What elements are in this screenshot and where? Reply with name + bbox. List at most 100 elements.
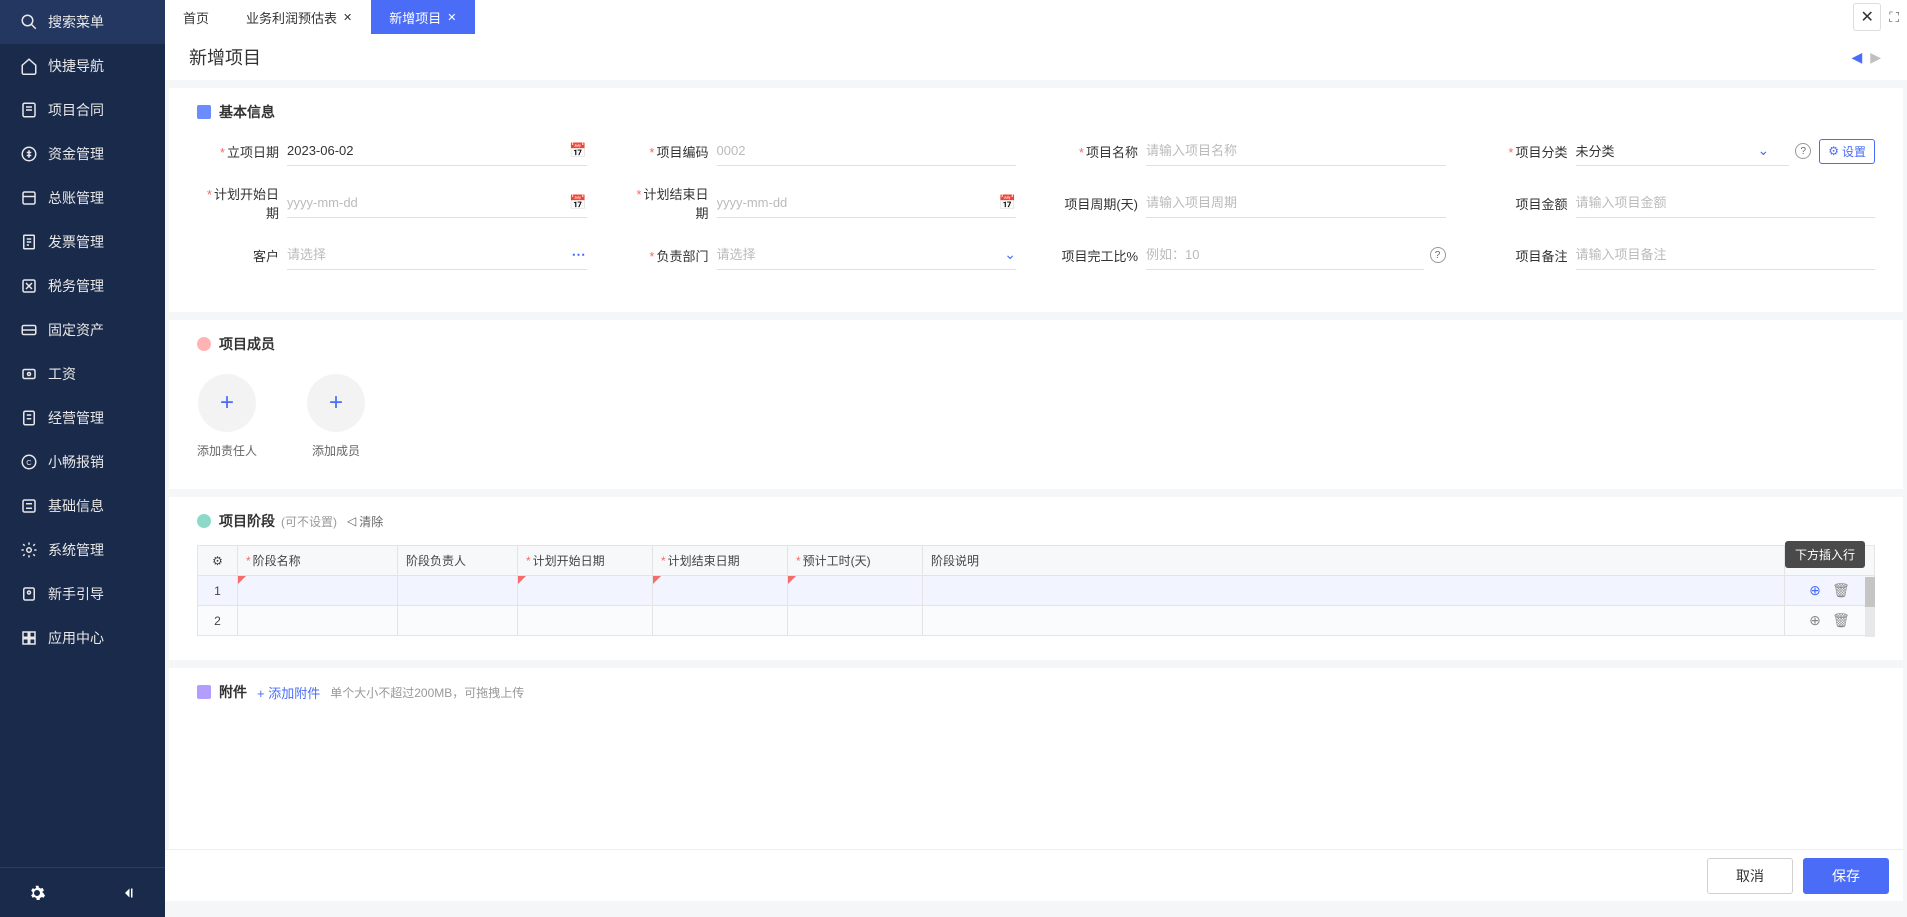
plan-start-input[interactable]	[287, 195, 587, 210]
add-owner-button[interactable]: +	[198, 374, 256, 432]
add-member: + 添加成员	[307, 374, 365, 459]
save-button[interactable]: 保存	[1803, 858, 1889, 894]
cell-stage-owner[interactable]	[398, 576, 518, 606]
cell-hours[interactable]	[788, 576, 923, 606]
cancel-button[interactable]: 取消	[1707, 858, 1793, 894]
sidebar-items: 搜索菜单 快捷导航 项目合同 资金管理 总账管理 发票管理 税务管理 固定资产 …	[0, 0, 165, 867]
table-row[interactable]: 1 ⊕ 🗑	[198, 576, 1875, 606]
sidebar-item-business[interactable]: 经营管理	[0, 396, 165, 440]
next-button[interactable]: ▶	[1868, 47, 1883, 68]
duration-input[interactable]	[1146, 195, 1446, 210]
modal-close-button[interactable]: ✕	[1853, 3, 1881, 31]
tab-profit-estimate[interactable]: 业务利润预估表 ✕	[228, 0, 371, 34]
calendar-icon[interactable]: 📅	[569, 142, 586, 159]
collapse-icon[interactable]	[119, 884, 137, 902]
calendar-icon[interactable]: 📅	[569, 194, 586, 211]
customer-select[interactable]	[287, 247, 587, 262]
insert-row-button[interactable]: ⊕	[1809, 612, 1821, 628]
row-actions: ⊕ 🗑	[1785, 606, 1875, 636]
th-desc: 阶段说明	[923, 546, 1785, 576]
settings-button[interactable]: ⚙设置	[1819, 139, 1875, 164]
code-input[interactable]	[717, 143, 1017, 158]
sidebar-item-label: 工资	[48, 364, 76, 384]
remark-input[interactable]	[1576, 247, 1876, 262]
sidebar: 搜索菜单 快捷导航 项目合同 资金管理 总账管理 发票管理 税务管理 固定资产 …	[0, 0, 165, 917]
close-icon[interactable]: ✕	[343, 11, 352, 24]
sidebar-item-search[interactable]: 搜索菜单	[0, 0, 165, 44]
cell-desc[interactable]	[923, 576, 1785, 606]
fullscreen-icon[interactable]: ⛶	[1889, 9, 1899, 26]
sidebar-item-info[interactable]: 基础信息	[0, 484, 165, 528]
sidebar-item-appcenter[interactable]: 应用中心	[0, 616, 165, 660]
cell-plan-start[interactable]	[518, 606, 653, 636]
scrollbar-thumb[interactable]	[1865, 577, 1875, 607]
more-icon[interactable]: ⋯	[572, 246, 587, 263]
chevron-down-icon[interactable]: ⌄	[1004, 246, 1016, 263]
sidebar-item-label: 资金管理	[48, 144, 104, 164]
sidebar-item-ledger[interactable]: 总账管理	[0, 176, 165, 220]
insert-row-button[interactable]: ⊕	[1809, 582, 1821, 598]
cell-plan-start[interactable]	[518, 576, 653, 606]
tab-home[interactable]: 首页	[165, 0, 228, 34]
section-title: 项目阶段	[219, 511, 275, 531]
table-row[interactable]: 2 ⊕ 🗑	[198, 606, 1875, 636]
section-header: 附件 + 添加附件 单个大小不超过200MB，可拖拽上传	[197, 682, 1875, 702]
progress-input[interactable]	[1146, 247, 1424, 262]
sidebar-item-system[interactable]: 系统管理	[0, 528, 165, 572]
name-input[interactable]	[1146, 143, 1446, 158]
attachment-hint: 单个大小不超过200MB，可拖拽上传	[330, 684, 524, 701]
delete-row-button[interactable]: 🗑	[1832, 612, 1850, 628]
th-stage-name: 阶段名称	[238, 546, 398, 576]
cell-plan-end[interactable]	[653, 606, 788, 636]
help-icon[interactable]: ?	[1795, 143, 1811, 159]
help-icon[interactable]: ?	[1430, 247, 1446, 263]
create-date-input[interactable]	[287, 143, 587, 158]
gear-icon[interactable]	[28, 884, 46, 902]
row-number: 1	[198, 576, 238, 606]
sidebar-item-salary[interactable]: 工资	[0, 352, 165, 396]
field-plan-end: *计划结束日期 📅	[627, 184, 1017, 222]
sidebar-item-label: 项目合同	[48, 100, 104, 120]
field-progress: 项目完工比% ?	[1056, 240, 1446, 270]
tab-new-project[interactable]: 新增项目✕	[371, 0, 475, 34]
prev-button[interactable]: ◀	[1849, 47, 1864, 68]
delete-row-button[interactable]: 🗑	[1832, 582, 1850, 598]
calendar-icon[interactable]: 📅	[999, 194, 1016, 211]
add-member-label: 添加成员	[312, 442, 360, 459]
section-title: 附件	[219, 682, 247, 702]
field-label: 项目完工比%	[1056, 246, 1146, 265]
salary-icon	[20, 365, 38, 383]
cell-hours[interactable]	[788, 606, 923, 636]
table-gear-header[interactable]: ⚙	[198, 546, 238, 576]
sidebar-item-asset[interactable]: 固定资产	[0, 308, 165, 352]
plan-end-input[interactable]	[717, 195, 1017, 210]
sidebar-item-funds[interactable]: 资金管理	[0, 132, 165, 176]
field-duration: 项目周期(天)	[1056, 184, 1446, 222]
sidebar-item-tax[interactable]: 税务管理	[0, 264, 165, 308]
field-name: *项目名称	[1056, 136, 1446, 166]
sidebar-item-reimburse[interactable]: C小畅报销	[0, 440, 165, 484]
sidebar-item-quicknav[interactable]: 快捷导航	[0, 44, 165, 88]
sidebar-item-guide[interactable]: 新手引导	[0, 572, 165, 616]
add-member-button[interactable]: +	[307, 374, 365, 432]
cell-stage-name[interactable]	[238, 576, 398, 606]
add-owner: + 添加责任人	[197, 374, 257, 459]
cell-stage-name[interactable]	[238, 606, 398, 636]
cell-desc[interactable]	[923, 606, 1785, 636]
section-icon	[197, 685, 211, 699]
chevron-down-icon[interactable]: ⌄	[1757, 142, 1769, 159]
tab-label: 业务利润预估表	[246, 8, 337, 27]
sidebar-item-contract[interactable]: 项目合同	[0, 88, 165, 132]
cell-stage-owner[interactable]	[398, 606, 518, 636]
close-icon[interactable]: ✕	[447, 11, 456, 24]
scrollbar[interactable]	[1865, 577, 1875, 637]
dept-select[interactable]	[717, 247, 1017, 262]
amount-input[interactable]	[1576, 195, 1876, 210]
panel-members: 项目成员 + 添加责任人 + 添加成员	[169, 320, 1903, 489]
field-label: *项目编码	[627, 142, 717, 161]
gear-icon: ⚙	[1828, 144, 1839, 158]
sidebar-item-invoice[interactable]: 发票管理	[0, 220, 165, 264]
add-attachment-button[interactable]: + 添加附件	[257, 683, 320, 702]
clear-button[interactable]: ◁清除	[347, 513, 383, 530]
cell-plan-end[interactable]	[653, 576, 788, 606]
